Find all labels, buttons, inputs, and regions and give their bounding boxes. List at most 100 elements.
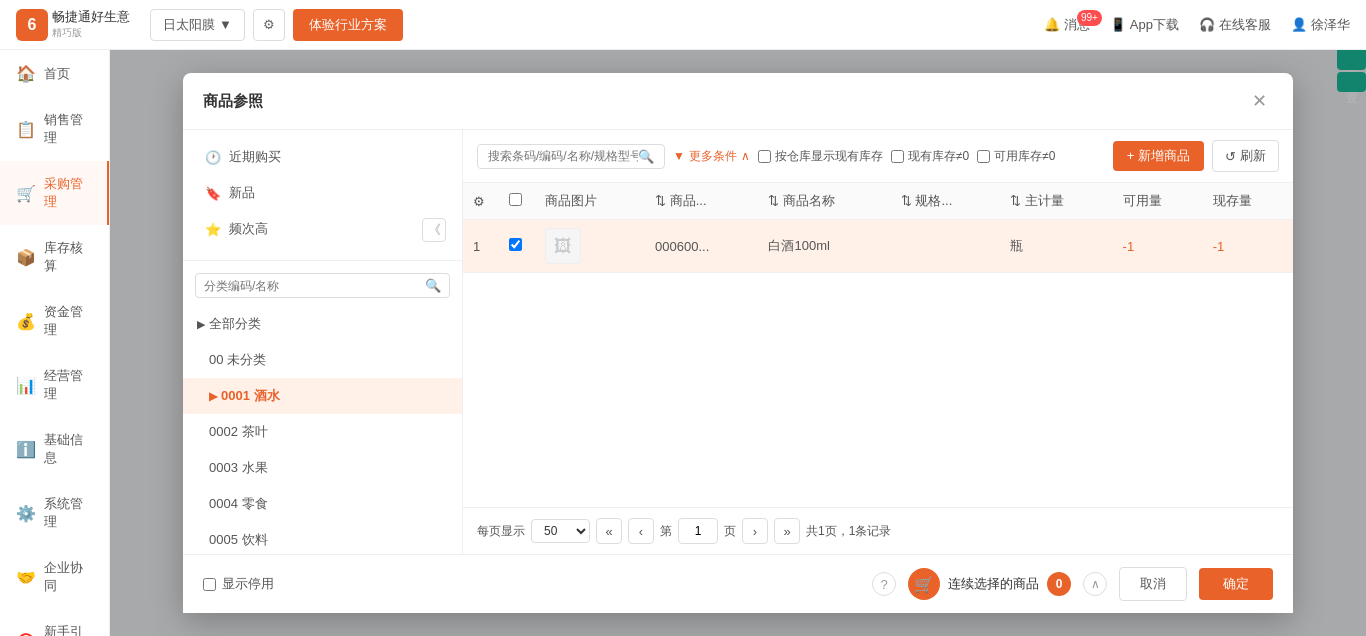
available-checkbox-label[interactable]: 现有库存≠0	[891, 148, 969, 165]
experience-button[interactable]: 体验行业方案	[293, 9, 403, 41]
refresh-icon: ↺	[1225, 149, 1236, 164]
cancel-button[interactable]: 取消	[1119, 567, 1187, 601]
sales-icon: 📋	[16, 120, 36, 139]
refresh-button[interactable]: ↺ 刷新	[1212, 140, 1279, 172]
quick-recent-purchase[interactable]: 🕐 近期购买	[195, 140, 418, 174]
row-image-cell: 🖼	[535, 220, 645, 273]
category-snacks[interactable]: 0004 零食	[183, 486, 462, 522]
sidebar-item-sales[interactable]: 📋 销售管理	[0, 97, 109, 161]
category-label-uncategorized: 00 未分类	[209, 351, 266, 369]
row-name: 白酒100ml	[758, 220, 890, 273]
left-panel-collapse-button[interactable]: 《	[422, 218, 446, 242]
select-all-checkbox[interactable]	[509, 193, 522, 206]
settings-button[interactable]: ⚙	[253, 9, 285, 41]
sidebar-item-enterprise[interactable]: 🤝 企业协同	[0, 545, 109, 609]
table-row[interactable]: 1 🖼 000600... 白酒100ml	[463, 220, 1293, 273]
inventory-icon: 📦	[16, 248, 36, 267]
messages-nav-item[interactable]: 🔔 消息 99+	[1044, 16, 1090, 34]
page-unit: 页	[724, 523, 736, 540]
sidebar-label-finance: 资金管理	[44, 303, 93, 339]
category-drinks[interactable]: 0005 饮料	[183, 522, 462, 554]
first-page-button[interactable]: «	[596, 518, 622, 544]
usable-checkbox-text: 可用库存≠0	[994, 148, 1055, 165]
col-spec[interactable]: ⇅ 规格...	[891, 183, 1000, 220]
per-page-select[interactable]: 50 100 200	[531, 519, 590, 543]
col-code[interactable]: ⇅ 商品...	[645, 183, 758, 220]
sidebar-item-basic-info[interactable]: ℹ️ 基础信息	[0, 417, 109, 481]
chevron-up-icon: ∧	[741, 149, 750, 163]
modal-title: 商品参照	[203, 92, 263, 111]
next-page-button[interactable]: ›	[742, 518, 768, 544]
sidebar-item-purchase[interactable]: 🛒 采购管理	[0, 161, 109, 225]
col-available: 可用量	[1113, 183, 1203, 220]
usable-checkbox[interactable]	[977, 150, 990, 163]
sidebar-label-home: 首页	[44, 65, 70, 83]
prev-page-button[interactable]: ‹	[628, 518, 654, 544]
show-disabled-checkbox-label[interactable]: 显示停用	[203, 575, 274, 593]
page-number-input[interactable]	[678, 518, 718, 544]
sidebar-label-sales: 销售管理	[44, 111, 93, 147]
tenant-dropdown[interactable]: 日太阳膜 ▼	[150, 9, 245, 41]
star-icon: ⭐	[205, 222, 221, 237]
sidebar-item-inventory[interactable]: 📦 库存核算	[0, 225, 109, 289]
category-label-tea: 0002 茶叶	[209, 423, 268, 441]
col-settings[interactable]: ⚙	[463, 183, 499, 220]
filter-label: 更多条件	[689, 148, 737, 165]
quick-new-products[interactable]: 🔖 新品	[195, 176, 418, 210]
system-icon: ⚙️	[16, 504, 36, 523]
help-button[interactable]: ?	[872, 572, 896, 596]
col-spec-icon: ⇅	[901, 193, 912, 208]
category-search-input[interactable]	[204, 279, 425, 293]
last-page-button[interactable]: »	[774, 518, 800, 544]
col-name[interactable]: ⇅ 商品名称	[758, 183, 890, 220]
content-area: 查询 设置 商品参照 ✕	[110, 50, 1366, 636]
sidebar-item-operations[interactable]: 📊 经营管理	[0, 353, 109, 417]
warehouse-checkbox[interactable]	[758, 150, 771, 163]
chevron-up-icon: ∧	[1091, 577, 1100, 591]
show-disabled-checkbox[interactable]	[203, 578, 216, 591]
tenant-label: 日太阳膜	[163, 16, 215, 34]
filter-button[interactable]: ▼ 更多条件 ∧	[673, 148, 750, 165]
row-spec	[891, 220, 1000, 273]
filter-icon: ▼	[673, 149, 685, 163]
category-alcohol[interactable]: ▶ 0001 酒水	[183, 378, 462, 414]
quick-high-frequency[interactable]: ⭐ 频次高	[195, 212, 418, 246]
app-download-item[interactable]: 📱 App下载	[1110, 16, 1179, 34]
modal-right-panel: 🔍 ▼ 更多条件 ∧ 按仓库显示现有库存	[463, 130, 1293, 554]
add-product-button[interactable]: + 新增商品	[1113, 141, 1204, 171]
row-checkbox[interactable]	[509, 238, 522, 251]
new-icon: 🔖	[205, 186, 221, 201]
product-search-input[interactable]	[488, 149, 638, 163]
warehouse-checkbox-text: 按仓库显示现有库存	[775, 148, 883, 165]
online-service-item[interactable]: 🎧 在线客服	[1199, 16, 1271, 34]
confirm-button[interactable]: 确定	[1199, 568, 1273, 600]
sidebar-item-finance[interactable]: 💰 资金管理	[0, 289, 109, 353]
col-unit-label: 主计量	[1025, 193, 1064, 208]
sidebar-item-home[interactable]: 🏠 首页	[0, 50, 109, 97]
purchase-icon: 🛒	[16, 184, 36, 203]
row-checkbox-cell[interactable]	[499, 220, 535, 273]
warehouse-checkbox-label[interactable]: 按仓库显示现有库存	[758, 148, 883, 165]
finance-icon: 💰	[16, 312, 36, 331]
cart-count-badge: 0	[1047, 572, 1071, 596]
available-checkbox[interactable]	[891, 150, 904, 163]
category-all[interactable]: ▶ 全部分类	[183, 306, 462, 342]
cart-area: 🛒 连续选择的商品 0	[908, 568, 1071, 600]
usable-checkbox-label[interactable]: 可用库存≠0	[977, 148, 1055, 165]
category-fruit[interactable]: 0003 水果	[183, 450, 462, 486]
footer-collapse-button[interactable]: ∧	[1083, 572, 1107, 596]
modal-close-button[interactable]: ✕	[1245, 87, 1273, 115]
sidebar-item-guide[interactable]: 🎯 新手引导	[0, 609, 109, 636]
col-unit[interactable]: ⇅ 主计量	[1000, 183, 1113, 220]
product-search-wrap[interactable]: 🔍	[477, 144, 665, 169]
sidebar-item-system[interactable]: ⚙️ 系统管理	[0, 481, 109, 545]
user-menu[interactable]: 👤 徐泽华	[1291, 16, 1350, 34]
clock-icon: 🕐	[205, 150, 221, 165]
cart-icon-button[interactable]: 🛒	[908, 568, 940, 600]
category-uncategorized[interactable]: 00 未分类	[183, 342, 462, 378]
sidebar: 🏠 首页 📋 销售管理 🛒 采购管理 📦 库存核算 💰 资金管理 📊 经营管理 …	[0, 50, 110, 636]
category-tea[interactable]: 0002 茶叶	[183, 414, 462, 450]
per-page-label: 每页显示	[477, 523, 525, 540]
headphone-icon: 🎧	[1199, 17, 1215, 32]
category-search-box[interactable]: 🔍	[195, 273, 450, 298]
